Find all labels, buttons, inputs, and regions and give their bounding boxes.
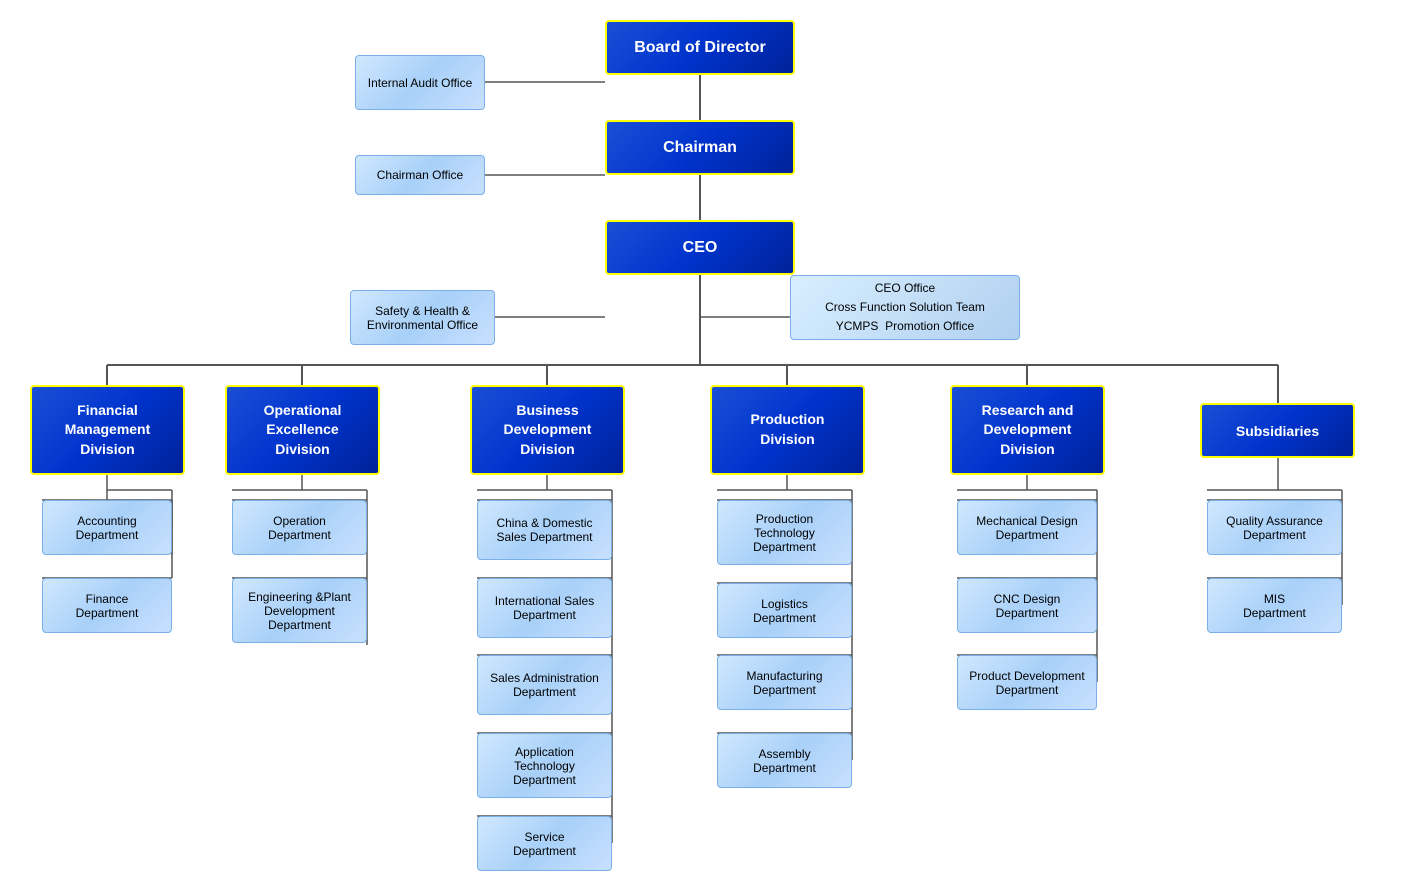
- mis-label: MISDepartment: [1243, 592, 1306, 620]
- cnc-design-label: CNC DesignDepartment: [994, 592, 1061, 620]
- operation-dept-node: OperationDepartment: [232, 500, 367, 555]
- manufacturing-dept-node: ManufacturingDepartment: [717, 655, 852, 710]
- operation-label: OperationDepartment: [268, 514, 331, 542]
- service-dept-node: ServiceDepartment: [477, 816, 612, 871]
- intl-sales-dept-node: International SalesDepartment: [477, 578, 612, 638]
- ceo-office-node: CEO OfficeCross Function Solution TeamYC…: [790, 275, 1020, 340]
- app-tech-dept-node: ApplicationTechnologyDepartment: [477, 733, 612, 798]
- rd-division-node: Research andDevelopmentDivision: [950, 385, 1105, 475]
- board-label: Board of Director: [634, 39, 766, 57]
- cnc-design-dept-node: CNC DesignDepartment: [957, 578, 1097, 633]
- engineering-dept-node: Engineering &PlantDevelopmentDepartment: [232, 578, 367, 643]
- sales-admin-label: Sales AdministrationDepartment: [490, 671, 599, 699]
- mech-design-label: Mechanical DesignDepartment: [976, 514, 1077, 542]
- china-sales-dept-node: China & DomesticSales Department: [477, 500, 612, 560]
- ops-division-node: OperationalExcellenceDivision: [225, 385, 380, 475]
- china-sales-label: China & DomesticSales Department: [496, 516, 592, 544]
- chairman-office-label: Chairman Office: [377, 168, 463, 182]
- ops-division-label: OperationalExcellenceDivision: [264, 401, 342, 460]
- ceo-office-label: CEO OfficeCross Function Solution TeamYC…: [825, 279, 985, 337]
- prod-tech-dept-node: ProductionTechnologyDepartment: [717, 500, 852, 565]
- product-dev-dept-node: Product DevelopmentDepartment: [957, 655, 1097, 710]
- board-of-director-node: Board of Director: [605, 20, 795, 75]
- assembly-dept-node: AssemblyDepartment: [717, 733, 852, 788]
- finance-label: FinanceDepartment: [76, 592, 139, 620]
- internal-audit-label: Internal Audit Office: [368, 76, 473, 90]
- mech-design-dept-node: Mechanical DesignDepartment: [957, 500, 1097, 555]
- app-tech-label: ApplicationTechnologyDepartment: [513, 745, 576, 787]
- subsidiaries-label: Subsidiaries: [1236, 423, 1319, 439]
- intl-sales-label: International SalesDepartment: [495, 594, 594, 622]
- ceo-label: CEO: [683, 239, 718, 257]
- prod-division-node: ProductionDivision: [710, 385, 865, 475]
- safety-node: Safety & Health &Environmental Office: [350, 290, 495, 345]
- ceo-node: CEO: [605, 220, 795, 275]
- mis-dept-node: MISDepartment: [1207, 578, 1342, 633]
- service-label: ServiceDepartment: [513, 830, 576, 858]
- org-chart: Board of Director Chairman CEO Internal …: [0, 0, 1401, 880]
- financial-division-node: FinancialManagementDivision: [30, 385, 185, 475]
- biz-division-node: BusinessDevelopmentDivision: [470, 385, 625, 475]
- internal-audit-node: Internal Audit Office: [355, 55, 485, 110]
- engineering-label: Engineering &PlantDevelopmentDepartment: [248, 590, 351, 632]
- assembly-label: AssemblyDepartment: [753, 747, 816, 775]
- manufacturing-label: ManufacturingDepartment: [746, 669, 822, 697]
- biz-division-label: BusinessDevelopmentDivision: [504, 401, 592, 460]
- finance-dept-node: FinanceDepartment: [42, 578, 172, 633]
- sales-admin-dept-node: Sales AdministrationDepartment: [477, 655, 612, 715]
- quality-dept-node: Quality AssuranceDepartment: [1207, 500, 1342, 555]
- chairman-node: Chairman: [605, 120, 795, 175]
- logistics-label: LogisticsDepartment: [753, 597, 816, 625]
- quality-label: Quality AssuranceDepartment: [1226, 514, 1323, 542]
- financial-division-label: FinancialManagementDivision: [65, 401, 151, 460]
- subsidiaries-node: Subsidiaries: [1200, 403, 1355, 458]
- accounting-dept-node: AccountingDepartment: [42, 500, 172, 555]
- prod-division-label: ProductionDivision: [751, 410, 825, 449]
- accounting-label: AccountingDepartment: [76, 514, 139, 542]
- logistics-dept-node: LogisticsDepartment: [717, 583, 852, 638]
- safety-label: Safety & Health &Environmental Office: [367, 304, 478, 332]
- prod-tech-label: ProductionTechnologyDepartment: [753, 512, 816, 554]
- product-dev-label: Product DevelopmentDepartment: [969, 669, 1084, 697]
- rd-division-label: Research andDevelopmentDivision: [982, 401, 1074, 460]
- chairman-office-node: Chairman Office: [355, 155, 485, 195]
- chairman-label: Chairman: [663, 139, 737, 157]
- chart-container: Board of Director Chairman CEO Internal …: [10, 10, 1390, 870]
